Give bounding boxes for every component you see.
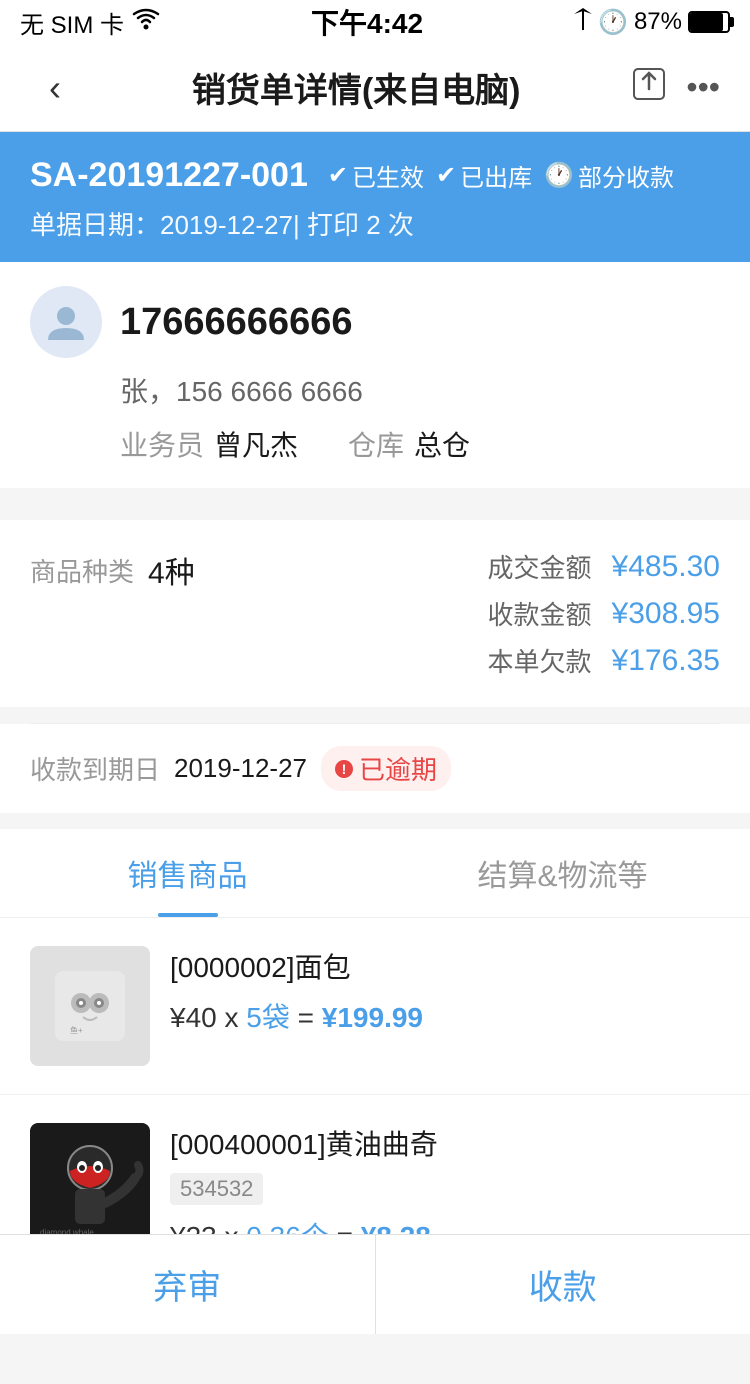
- product-total-1: ¥199.99: [322, 1002, 423, 1033]
- due-date-value: 2019-12-27: [174, 753, 307, 784]
- status-partial: 🕐 部分收款: [544, 158, 674, 193]
- amount-row-1: 成交金额 ¥485.30: [488, 548, 720, 585]
- order-header: SA-20191227-001 ✔ 已生效 ✔ 已出库 🕐 部分收款 单据日期：…: [0, 132, 750, 262]
- table-row: 鱼+ [0000002]面包 ¥40 x 5袋 = ¥199.99: [0, 918, 750, 1095]
- payment-button[interactable]: 收款: [376, 1235, 750, 1334]
- product-thumb-2: diamond whale: [30, 1123, 150, 1243]
- status-time: 下午4:42: [311, 2, 423, 42]
- status-effective: ✔ 已生效: [328, 158, 424, 193]
- alarm-icon: 🕐: [598, 8, 628, 37]
- avatar: [30, 286, 102, 358]
- customer-phone: 17666666666: [120, 301, 352, 344]
- clock-icon: 🕐: [544, 161, 574, 190]
- tabs-row: 销售商品 结算&物流等: [0, 829, 750, 918]
- tab-products[interactable]: 销售商品: [0, 829, 375, 917]
- customer-meta: 业务员 曾凡杰 仓库 总仓: [120, 424, 720, 464]
- check-icon-1: ✔: [328, 161, 348, 190]
- nav-actions: •••: [632, 67, 720, 109]
- overdue-badge: ! 已逾期: [321, 746, 451, 791]
- product-list: 鱼+ [0000002]面包 ¥40 x 5袋 = ¥199.99: [0, 918, 750, 1284]
- nav-bar: ‹ 销货单详情(来自电脑) •••: [0, 44, 750, 132]
- bottom-bar: 弃审 收款: [0, 1234, 750, 1334]
- status-tags: ✔ 已生效 ✔ 已出库 🕐 部分收款: [328, 158, 674, 193]
- amount-row-3: 本单欠款 ¥176.35: [488, 642, 720, 679]
- amount-value: ¥485.30: [612, 550, 720, 584]
- order-id: SA-20191227-001: [30, 156, 308, 195]
- svg-text:鱼+: 鱼+: [70, 1025, 83, 1035]
- owed-value: ¥176.35: [612, 644, 720, 678]
- tab-settlement[interactable]: 结算&物流等: [375, 829, 750, 917]
- battery-icon: [688, 11, 730, 33]
- product-badge-2: 534532: [170, 1173, 263, 1205]
- location-icon: [574, 8, 592, 37]
- stats-right: 成交金额 ¥485.30 收款金额 ¥308.95 本单欠款 ¥176.35: [488, 548, 720, 679]
- order-date: 单据日期：2019-12-27| 打印 2 次: [30, 205, 720, 242]
- tabs-section: 销售商品 结算&物流等: [0, 829, 750, 918]
- due-section: 收款到期日 2019-12-27 ! 已逾期: [0, 724, 750, 813]
- sales-person: 业务员 曾凡杰: [120, 424, 298, 464]
- received-label: 收款金额: [488, 595, 592, 632]
- wifi-icon: [132, 8, 160, 37]
- amount-label: 成交金额: [488, 548, 592, 585]
- share-button[interactable]: [632, 67, 666, 109]
- status-carrier: 无 SIM 卡: [20, 5, 160, 40]
- battery-level: 87%: [634, 8, 682, 36]
- overdue-dot-icon: !: [335, 760, 353, 778]
- type-value: 4种: [148, 548, 195, 592]
- product-name-2: [000400001]黄油曲奇: [170, 1123, 720, 1163]
- status-indicators: 🕐 87%: [574, 8, 730, 37]
- tab-underline: [158, 913, 218, 917]
- stats-left: 商品种类 4种: [30, 548, 195, 592]
- overdue-text: 已逾期: [359, 750, 437, 787]
- warehouse: 仓库 总仓: [348, 424, 470, 464]
- owed-label: 本单欠款: [488, 642, 592, 679]
- customer-section: 17666666666 张，156 6666 6666 业务员 曾凡杰 仓库 总…: [0, 262, 750, 488]
- product-thumb-1: 鱼+: [30, 946, 150, 1066]
- carrier-text: 无 SIM 卡: [20, 5, 124, 40]
- more-button[interactable]: •••: [686, 69, 720, 106]
- stats-section: 商品种类 4种 成交金额 ¥485.30 收款金额 ¥308.95 本单欠款 ¥…: [0, 520, 750, 707]
- product-price-1: ¥40 x 5袋 = ¥199.99: [170, 996, 720, 1036]
- stats-row: 商品种类 4种 成交金额 ¥485.30 收款金额 ¥308.95 本单欠款 ¥…: [30, 548, 720, 679]
- status-bar: 无 SIM 卡 下午4:42 🕐 87%: [0, 0, 750, 44]
- product-name-1: [0000002]面包: [170, 946, 720, 986]
- due-label: 收款到期日: [30, 750, 160, 787]
- product-qty-1: 5袋: [246, 1002, 290, 1033]
- received-value: ¥308.95: [612, 597, 720, 631]
- divider-1: [0, 504, 750, 520]
- back-button[interactable]: ‹: [30, 63, 80, 113]
- status-shipped: ✔ 已出库: [436, 158, 532, 193]
- cancel-audit-button[interactable]: 弃审: [0, 1235, 376, 1334]
- product-info-1: [0000002]面包 ¥40 x 5袋 = ¥199.99: [170, 946, 720, 1036]
- page-title: 销货单详情(来自电脑): [192, 63, 521, 112]
- type-label: 商品种类: [30, 552, 134, 589]
- check-icon-2: ✔: [436, 161, 456, 190]
- customer-top: 17666666666: [30, 286, 720, 358]
- amount-row-2: 收款金额 ¥308.95: [488, 595, 720, 632]
- customer-name: 张，156 6666 6666: [120, 370, 720, 410]
